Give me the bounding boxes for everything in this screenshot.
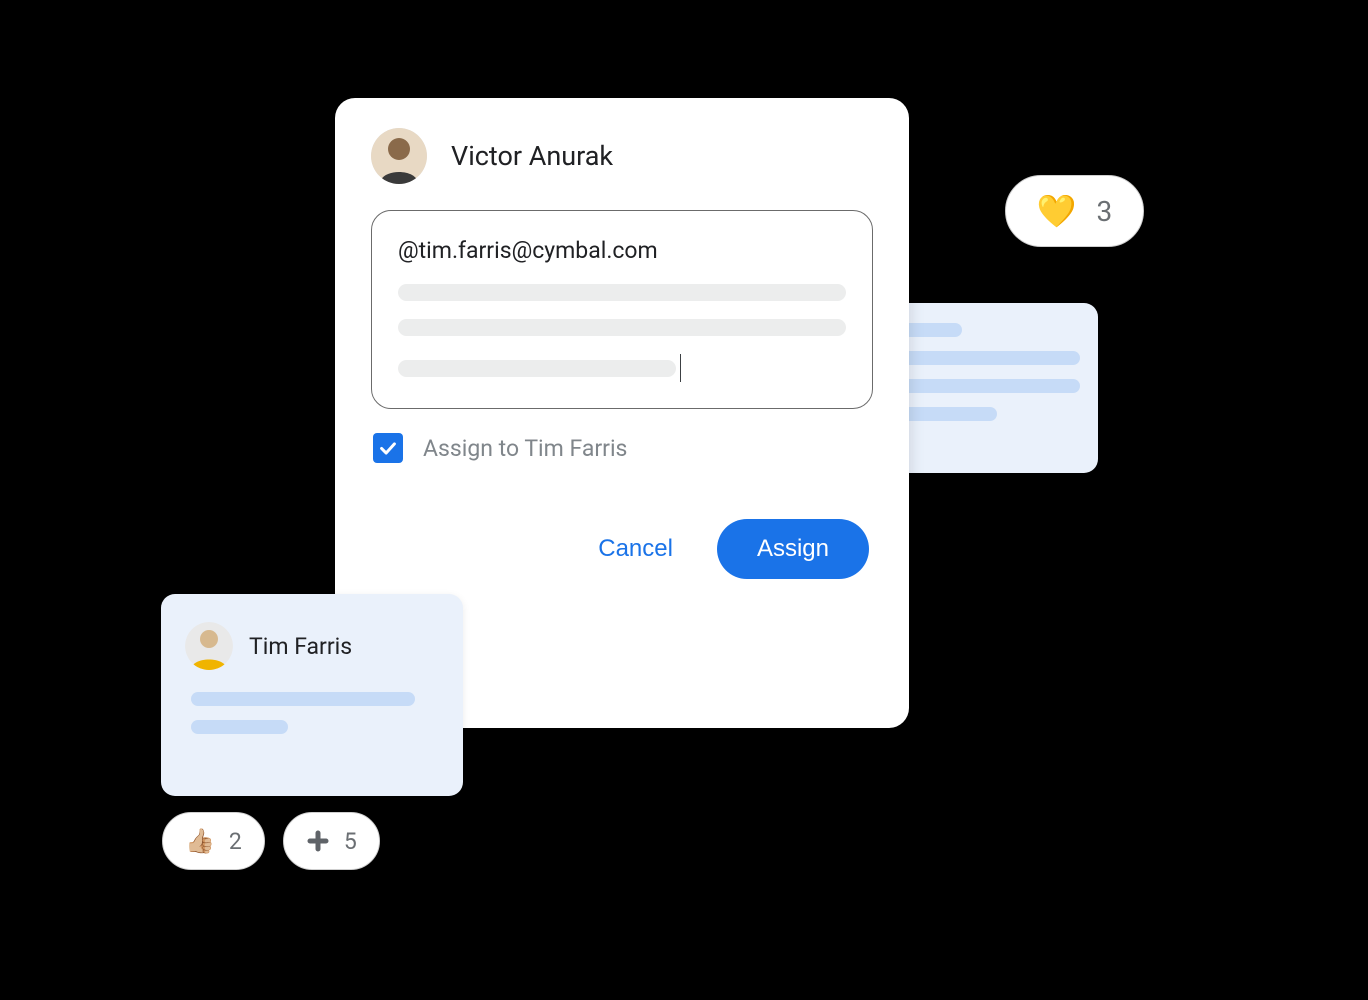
dialog-actions: Cancel Assign xyxy=(371,519,873,579)
placeholder-line xyxy=(191,692,415,706)
placeholder-line xyxy=(398,360,676,377)
text-cursor xyxy=(680,354,682,382)
mention-text: @tim.farris@cymbal.com xyxy=(398,237,846,264)
placeholder-line xyxy=(398,319,846,336)
avatar-icon xyxy=(185,622,233,670)
reply-avatar xyxy=(185,622,233,670)
placeholder-line xyxy=(895,407,997,421)
placeholder-line xyxy=(895,379,1080,393)
comment-header: Victor Anurak xyxy=(371,128,873,184)
reaction-heart-pill[interactable]: 💛 3 xyxy=(1005,175,1144,247)
assign-checkbox[interactable] xyxy=(373,433,403,463)
reply-header: Tim Farris xyxy=(185,622,439,670)
reaction-plus-pill[interactable]: 5 xyxy=(283,812,380,870)
placeholder-line xyxy=(398,284,846,301)
assign-row: Assign to Tim Farris xyxy=(371,433,873,463)
heart-icon: 💛 xyxy=(1037,195,1077,227)
reaction-count: 3 xyxy=(1097,195,1113,228)
reply-author-name: Tim Farris xyxy=(249,633,352,660)
cancel-button[interactable]: Cancel xyxy=(598,535,673,563)
reaction-count: 5 xyxy=(344,828,357,855)
plus-icon xyxy=(306,829,330,853)
avatar-icon xyxy=(371,128,427,184)
reactions-row: 👍🏼 2 5 xyxy=(162,812,380,870)
reaction-count: 2 xyxy=(229,828,242,855)
placeholder-last-line xyxy=(398,354,846,382)
placeholder-line xyxy=(895,351,1080,365)
check-icon xyxy=(377,437,399,459)
assign-label: Assign to Tim Farris xyxy=(423,435,627,462)
author-name: Victor Anurak xyxy=(451,140,613,172)
reaction-thumbs-up-pill[interactable]: 👍🏼 2 xyxy=(162,812,265,870)
assign-button[interactable]: Assign xyxy=(717,519,869,579)
thumbs-up-icon: 👍🏼 xyxy=(185,829,215,853)
placeholder-line xyxy=(191,720,288,734)
comment-input[interactable]: @tim.farris@cymbal.com xyxy=(371,210,873,409)
reply-card: Tim Farris xyxy=(161,594,463,796)
author-avatar xyxy=(371,128,427,184)
